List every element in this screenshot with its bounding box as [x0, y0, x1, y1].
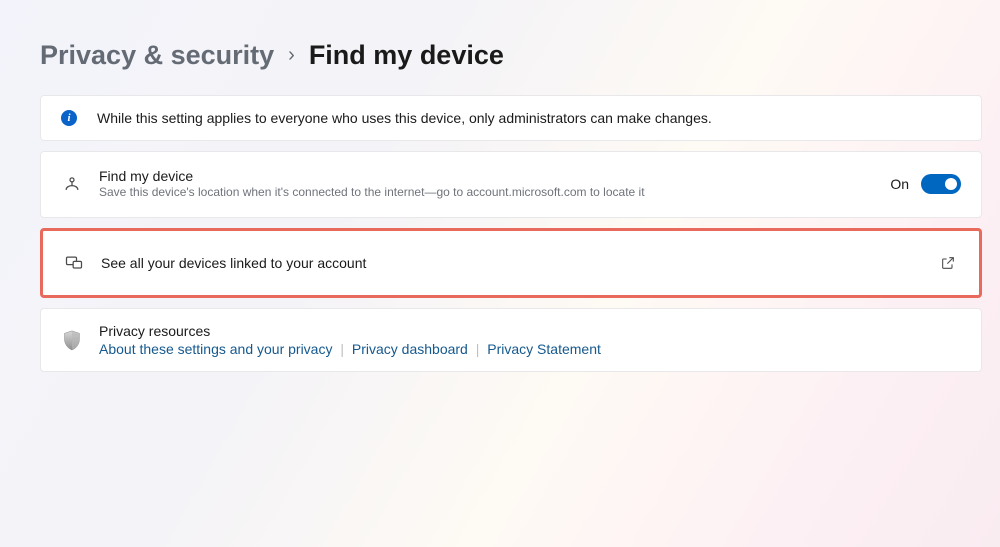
see-all-devices-row[interactable]: See all your devices linked to your acco…: [40, 228, 982, 298]
devices-icon: [63, 253, 85, 273]
open-external-icon: [937, 255, 959, 271]
find-my-device-title: Find my device: [99, 168, 874, 184]
info-icon: i: [61, 110, 77, 126]
separator: |: [476, 341, 480, 357]
chevron-right-icon: ›: [288, 44, 295, 67]
page-title: Find my device: [309, 40, 504, 71]
breadcrumb: Privacy & security › Find my device: [40, 40, 982, 71]
find-my-device-toggle[interactable]: [921, 174, 961, 194]
info-banner-text: While this setting applies to everyone w…: [97, 110, 712, 126]
privacy-resources-row: Privacy resources About these settings a…: [40, 308, 982, 372]
location-person-icon: [61, 174, 83, 194]
toggle-state-label: On: [890, 176, 909, 192]
link-privacy-dashboard[interactable]: Privacy dashboard: [352, 341, 468, 357]
link-about-settings-privacy[interactable]: About these settings and your privacy: [99, 341, 332, 357]
breadcrumb-parent[interactable]: Privacy & security: [40, 40, 274, 71]
privacy-resources-title: Privacy resources: [99, 323, 961, 339]
find-my-device-subtitle: Save this device's location when it's co…: [99, 184, 874, 201]
link-privacy-statement[interactable]: Privacy Statement: [487, 341, 601, 357]
shield-icon: [61, 329, 83, 351]
see-all-devices-label: See all your devices linked to your acco…: [101, 255, 921, 271]
info-banner: i While this setting applies to everyone…: [40, 95, 982, 141]
separator: |: [340, 341, 344, 357]
find-my-device-row: Find my device Save this device's locati…: [40, 151, 982, 218]
